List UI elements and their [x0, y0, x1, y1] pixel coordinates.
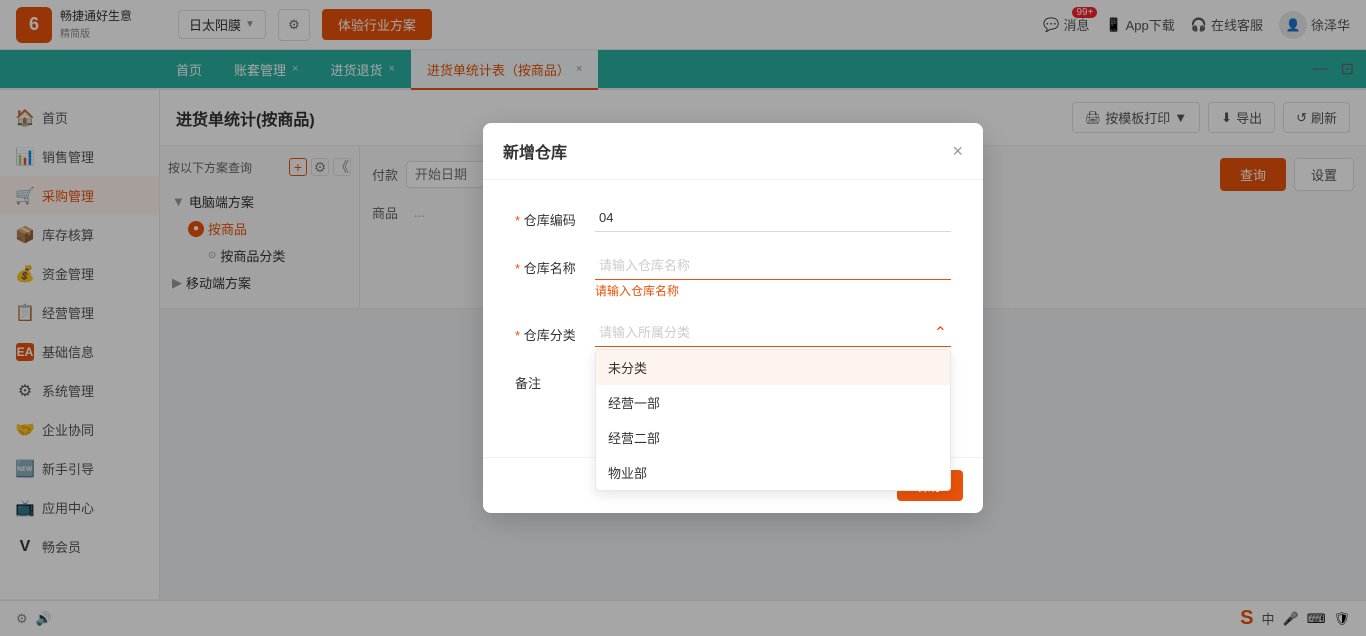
category-chevron-up-icon[interactable]: ⌃ [934, 323, 947, 343]
note-label-text: 备注 [515, 376, 541, 391]
code-input-wrap [595, 204, 951, 232]
modal-close-button[interactable]: × [952, 141, 963, 162]
name-input-wrap: 请输入仓库名称 [595, 252, 951, 299]
category-input-wrap: ⌃ 未分类 经营一部 经营二部 物业部 [595, 319, 951, 347]
category-label: * 仓库分类 [515, 319, 595, 344]
dropdown-item-1[interactable]: 经营一部 [596, 385, 950, 420]
warehouse-name-input[interactable] [595, 252, 951, 280]
modal-title: 新增仓库 [503, 139, 567, 163]
required-star-3: * [515, 328, 520, 343]
warehouse-code-input[interactable] [595, 204, 951, 232]
name-error-msg: 请输入仓库名称 [595, 282, 951, 299]
form-row-category: * 仓库分类 ⌃ 未分类 经营一部 经营二部 物业部 [515, 319, 951, 347]
modal-header: 新增仓库 × [483, 123, 983, 180]
modal-body: * 仓库编码 * 仓库名称 请输入仓库名称 * 仓库分类 [483, 180, 983, 457]
dropdown-item-2[interactable]: 经营二部 [596, 420, 950, 455]
add-warehouse-modal: 新增仓库 × * 仓库编码 * 仓库名称 请输入仓库名称 [483, 123, 983, 513]
form-row-name: * 仓库名称 请输入仓库名称 [515, 252, 951, 299]
form-row-code: * 仓库编码 [515, 204, 951, 232]
required-star-2: * [515, 261, 520, 276]
note-label: 备注 [515, 367, 595, 392]
category-dropdown: 未分类 经营一部 经营二部 物业部 [595, 349, 951, 491]
dropdown-item-3[interactable]: 物业部 [596, 455, 950, 490]
name-label: * 仓库名称 [515, 252, 595, 277]
required-star: * [515, 213, 520, 228]
dropdown-item-0[interactable]: 未分类 [596, 350, 950, 385]
name-label-text: 仓库名称 [524, 261, 576, 276]
code-label: * 仓库编码 [515, 204, 595, 229]
warehouse-category-input[interactable] [595, 319, 951, 347]
code-label-text: 仓库编码 [524, 213, 576, 228]
category-label-text: 仓库分类 [524, 328, 576, 343]
